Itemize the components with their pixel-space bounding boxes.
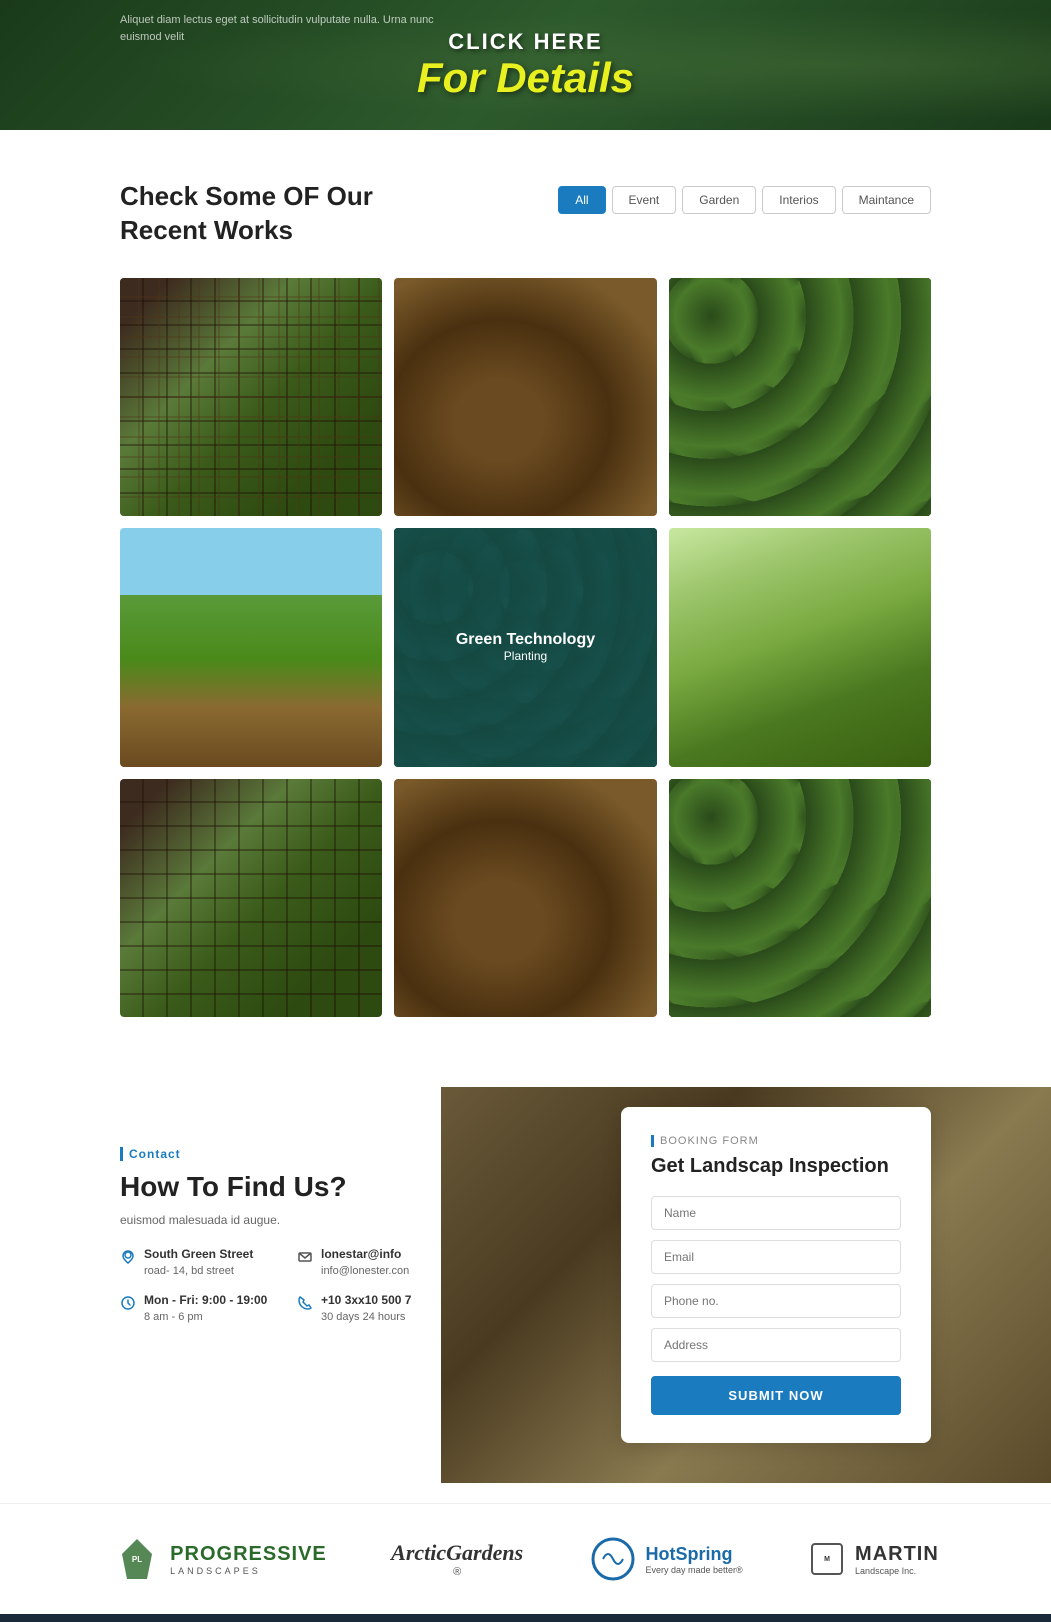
booking-title: Get Landscap Inspection bbox=[651, 1155, 901, 1178]
booking-card: BOOKING FORM Get Landscap Inspection SUB… bbox=[621, 1107, 931, 1443]
gallery-item[interactable] bbox=[120, 278, 382, 516]
booking-label: BOOKING FORM bbox=[651, 1135, 901, 1147]
email-icon bbox=[297, 1249, 313, 1265]
contact-address: South Green Street road- 14, bd street bbox=[120, 1247, 283, 1279]
filter-interios[interactable]: Interios bbox=[762, 186, 835, 214]
progressive-logo-icon: PL bbox=[112, 1534, 162, 1584]
gallery-item[interactable] bbox=[394, 278, 656, 516]
overlay-sub: Planting bbox=[504, 649, 547, 663]
contact-email: lonestar@info info@lonester.con bbox=[297, 1247, 460, 1279]
partner-arctic[interactable]: ArcticGardens ® bbox=[391, 1540, 523, 1578]
contact-desc: euismod malesuada id augue. bbox=[120, 1213, 460, 1227]
arctic-text: ArcticGardens ® bbox=[391, 1540, 523, 1578]
hotspring-text: HotSpring Every day made better® bbox=[646, 1544, 743, 1575]
gallery-item[interactable] bbox=[669, 779, 931, 1017]
hero-detail-label: For Details bbox=[417, 55, 634, 101]
phone-icon bbox=[297, 1295, 313, 1311]
gallery-item[interactable] bbox=[669, 528, 931, 766]
gallery-overlay: Green Technology Planting bbox=[394, 528, 656, 766]
name-input[interactable] bbox=[651, 1196, 901, 1230]
contact-phone: +10 3xx10 500 7 30 days 24 hours bbox=[297, 1293, 460, 1325]
partner-progressive[interactable]: PL PROGRESSIVE LANDSCAPES bbox=[112, 1534, 327, 1584]
gallery-item[interactable] bbox=[669, 278, 931, 516]
clock-icon bbox=[120, 1295, 136, 1311]
hero-cta[interactable]: CLICK HERE For Details bbox=[417, 29, 634, 101]
filter-garden[interactable]: Garden bbox=[682, 186, 756, 214]
hotspring-logo-icon bbox=[588, 1534, 638, 1584]
gallery-grid: Green Technology Planting bbox=[120, 278, 931, 1017]
gallery-item[interactable]: Green Technology Planting bbox=[394, 528, 656, 766]
filter-all[interactable]: All bbox=[558, 186, 605, 214]
contact-info-grid: South Green Street road- 14, bd street l… bbox=[120, 1247, 460, 1325]
filter-maintance[interactable]: Maintance bbox=[842, 186, 931, 214]
partners-section: PL PROGRESSIVE LANDSCAPES ArcticGardens … bbox=[0, 1503, 1051, 1614]
gallery-item[interactable] bbox=[120, 779, 382, 1017]
works-section: Check Some OF Our Recent Works All Event… bbox=[0, 130, 1051, 1057]
bottom-section: Contact How To Find Us? euismod malesuad… bbox=[0, 1087, 1051, 1483]
partner-hotspring[interactable]: HotSpring Every day made better® bbox=[588, 1534, 743, 1584]
svg-text:M: M bbox=[824, 1556, 830, 1563]
contact-email-text: lonestar@info info@lonester.con bbox=[321, 1247, 409, 1279]
svg-text:PL: PL bbox=[132, 1555, 142, 1564]
overlay-title: Green Technology bbox=[456, 631, 595, 649]
gallery-item[interactable] bbox=[394, 779, 656, 1017]
filter-event[interactable]: Event bbox=[612, 186, 677, 214]
hero-banner[interactable]: Aliquet diam lectus eget at sollicitudin… bbox=[0, 0, 1051, 130]
works-title: Check Some OF Our Recent Works bbox=[120, 180, 373, 248]
footer-bar bbox=[0, 1614, 1051, 1622]
hero-click-label: CLICK HERE bbox=[417, 29, 634, 55]
bottom-content: Contact How To Find Us? euismod malesuad… bbox=[0, 1127, 1051, 1443]
filter-buttons: All Event Garden Interios Maintance bbox=[558, 186, 931, 214]
martin-logo-icon: M bbox=[807, 1539, 847, 1579]
address-input[interactable] bbox=[651, 1328, 901, 1362]
phone-input[interactable] bbox=[651, 1284, 901, 1318]
contact-label: Contact bbox=[120, 1147, 460, 1161]
partner-martin[interactable]: M MARTIN Landscape Inc. bbox=[807, 1539, 939, 1579]
contact-hours-text: Mon - Fri: 9:00 - 19:00 8 am - 6 pm bbox=[144, 1293, 267, 1325]
gallery-item[interactable] bbox=[120, 528, 382, 766]
email-input[interactable] bbox=[651, 1240, 901, 1274]
contact-phone-text: +10 3xx10 500 7 30 days 24 hours bbox=[321, 1293, 411, 1325]
contact-left: Contact How To Find Us? euismod malesuad… bbox=[120, 1127, 460, 1345]
contact-address-text: South Green Street road- 14, bd street bbox=[144, 1247, 253, 1279]
location-icon bbox=[120, 1249, 136, 1265]
hero-small-text: Aliquet diam lectus eget at sollicitudin… bbox=[120, 12, 440, 45]
submit-button[interactable]: SUBMIT NOW bbox=[651, 1376, 901, 1415]
works-header: Check Some OF Our Recent Works All Event… bbox=[120, 180, 931, 248]
contact-title: How To Find Us? bbox=[120, 1171, 460, 1203]
contact-hours: Mon - Fri: 9:00 - 19:00 8 am - 6 pm bbox=[120, 1293, 283, 1325]
